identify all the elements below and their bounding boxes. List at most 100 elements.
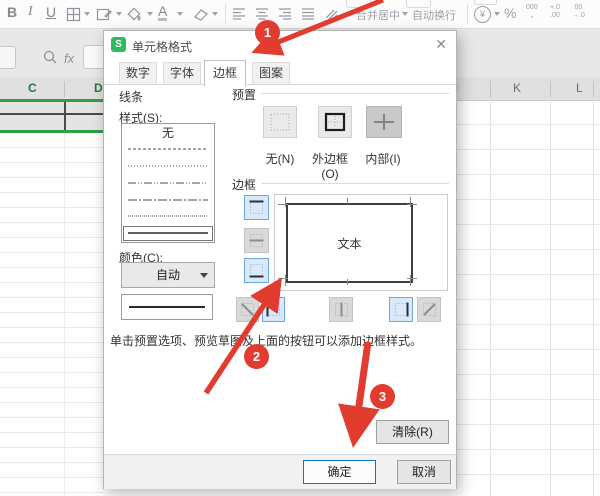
preview-tick [347,279,348,285]
preset-outline-label: 外边框(O) [306,150,354,181]
line-sample [129,306,205,308]
comma-style-icon[interactable]: 000, [526,4,538,20]
eraser-caret-icon[interactable] [212,12,218,16]
cell-style-caret-icon[interactable] [116,12,122,16]
cell-format-dialog: S 单元格格式 ✕ 数字 字体 边框 图案 线条 样式(S): 无 颜色(C):… [103,30,457,489]
font-color-icon[interactable]: A [158,4,167,21]
border-diagonal-down-button[interactable] [236,297,259,322]
selection-top-border [0,99,103,102]
cancel-button[interactable]: 取消 [397,460,451,484]
tab-border[interactable]: 边框 [204,60,246,87]
formula-input[interactable] [83,45,105,69]
grid-line [550,100,551,496]
preset-outline-button[interactable] [318,106,352,138]
align-right-icon[interactable] [277,7,293,20]
grid-line [593,100,594,496]
percent-style-icon[interactable]: % [504,5,516,21]
fill-color-caret-icon[interactable] [147,12,153,16]
border-diagonal-up-button[interactable] [417,297,441,322]
border-right-button[interactable] [389,297,413,322]
wrap-text-button[interactable]: 自动换行 [412,7,456,23]
borders-caret-icon[interactable] [84,12,90,16]
grid-right[interactable] [455,100,600,496]
column-header-d[interactable]: D [94,81,103,95]
eraser-icon[interactable] [191,7,209,22]
currency-icon[interactable]: ¥ [474,6,491,23]
line-style-fine-dot[interactable] [122,208,214,225]
tab-pattern[interactable]: 图案 [252,62,290,84]
fill-color-icon[interactable] [126,7,143,22]
ribbon-clipped-button [474,0,497,5]
border-middle-horizontal-button[interactable] [244,228,269,253]
border-left-button[interactable] [262,297,285,322]
line-style-none[interactable]: 无 [122,124,214,141]
ok-button[interactable]: 确定 [303,460,376,484]
border-preview[interactable]: 文本 [274,194,448,291]
decrease-decimal-icon[interactable]: 00→.0 [572,4,585,20]
clear-button[interactable]: 清除(R) [376,420,449,444]
preview-tick [407,278,417,279]
preset-inside-button[interactable] [366,106,402,138]
line-style-dash-dot-dot[interactable] [122,174,214,191]
selected-cells[interactable] [0,102,103,130]
preview-tick [410,275,411,286]
cell-style-icon[interactable] [96,7,112,22]
header-divider [64,81,65,97]
border-middle-vertical-button[interactable] [329,297,353,322]
preset-group-title: 预置 [232,86,256,103]
preset-none-button[interactable] [263,106,297,138]
font-color-caret-icon[interactable] [177,12,183,16]
color-dropdown[interactable]: 自动 [121,262,215,288]
column-header-l[interactable]: L [576,81,583,95]
border-top-button[interactable] [244,195,269,220]
close-icon[interactable]: ✕ [435,36,447,53]
italic-icon[interactable]: I [28,4,33,20]
column-header-k[interactable]: K [513,81,521,95]
grid-left[interactable] [0,133,103,496]
name-box[interactable] [0,46,16,69]
tab-font[interactable]: 字体 [163,62,201,84]
bold-icon[interactable]: B [7,4,17,20]
cell-border-line [64,102,66,130]
align-justify-icon[interactable] [300,7,316,20]
grid-line [490,100,491,496]
zoom-formula-icon[interactable] [43,50,57,64]
column-header-c[interactable]: C [28,81,37,95]
line-style-dot[interactable] [122,158,214,175]
dialog-title: 单元格格式 [132,38,192,55]
borders-icon[interactable] [66,7,81,22]
text-orientation-icon[interactable] [323,7,339,20]
preview-tick [410,197,411,207]
preview-tick [285,275,286,286]
dialog-tabs: 数字 字体 边框 图案 [104,59,456,85]
line-style-dash[interactable] [122,141,214,158]
preview-text: 文本 [337,235,361,252]
cell-border-line [0,113,103,115]
preview-tick [285,197,286,207]
border-bottom-button[interactable] [244,258,269,283]
hint-text: 单击预置选项、预览草图及上面的按钮可以添加边框样式。 [110,332,454,349]
preview-tick [278,204,288,205]
underline-icon[interactable]: U [46,4,56,20]
tab-number[interactable]: 数字 [119,62,157,84]
align-left-icon[interactable] [231,7,247,20]
preset-inside-label: 内部(I) [363,150,403,167]
chevron-down-icon [200,273,208,278]
ribbon-clipped-button [346,0,371,8]
toolbar-separator [225,4,226,24]
border-preview-frame: 文本 [286,203,413,283]
merge-center-caret-icon[interactable] [402,12,408,16]
header-divider [490,81,491,97]
line-style-list[interactable]: 无 [121,123,215,243]
align-center-icon[interactable] [254,7,270,20]
line-sample-box [121,294,213,320]
line-group-title: 线条 [119,88,143,105]
fx-icon[interactable]: fx [64,51,74,66]
line-style-solid[interactable] [122,225,214,242]
currency-caret-icon[interactable] [494,12,500,16]
grid-line [64,133,65,496]
header-divider [550,81,551,97]
line-style-dash-dot[interactable] [122,191,214,208]
increase-decimal-icon[interactable]: +.0.00 [550,4,560,20]
merge-center-button[interactable]: 合并居中 [356,7,400,23]
